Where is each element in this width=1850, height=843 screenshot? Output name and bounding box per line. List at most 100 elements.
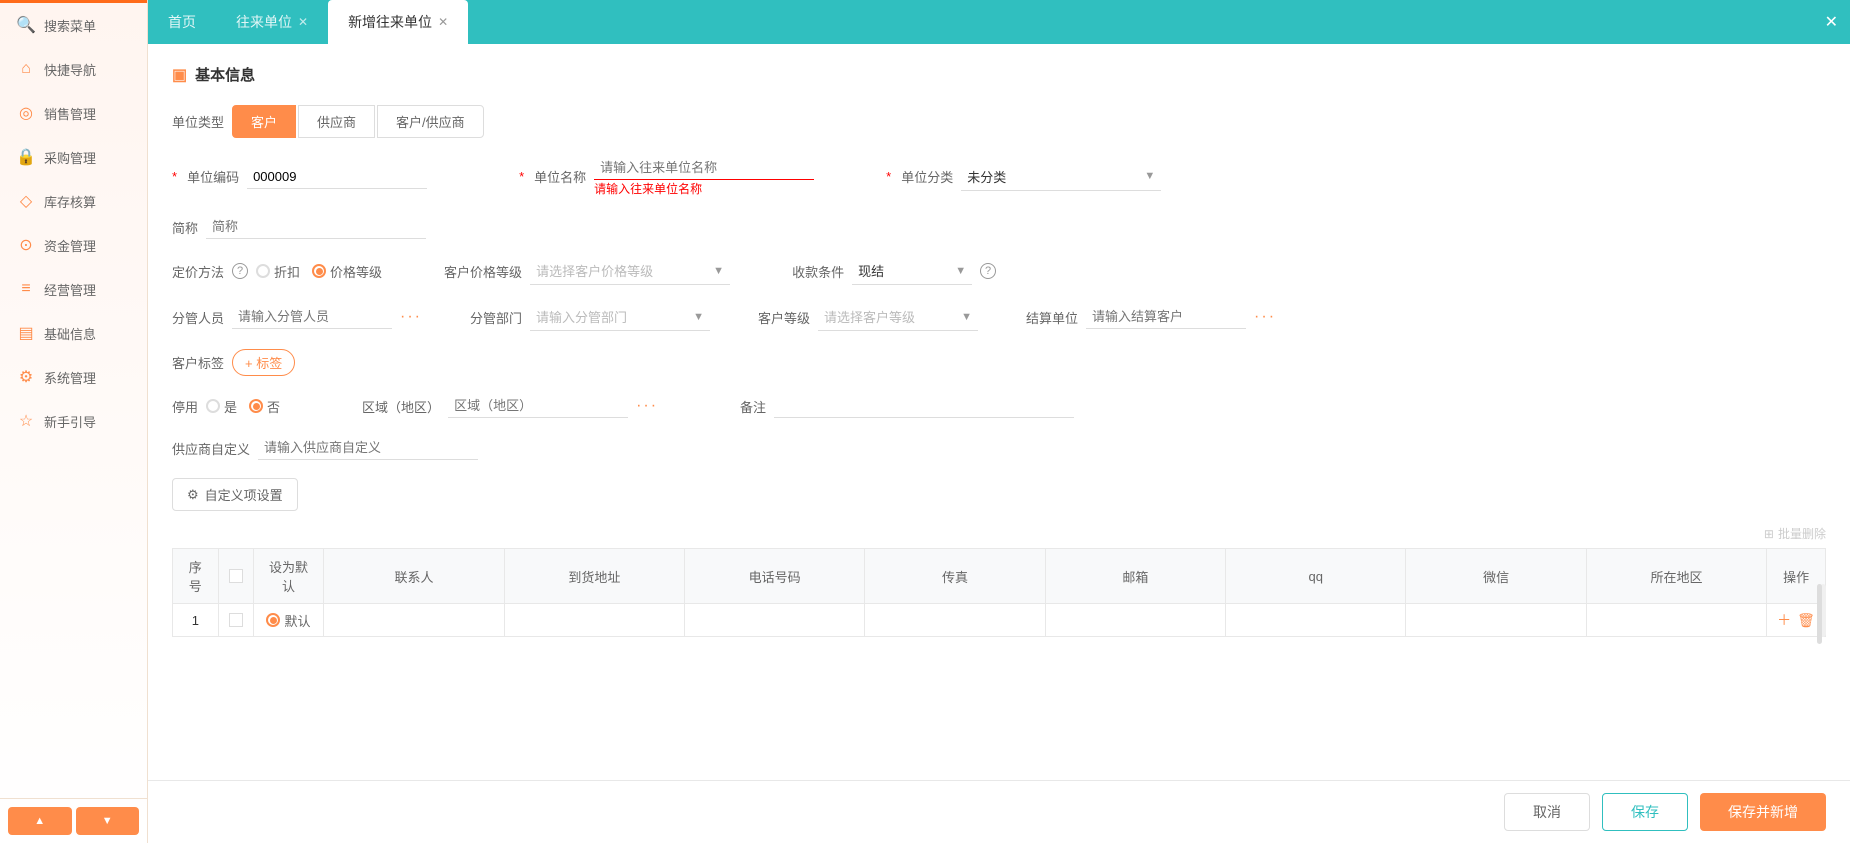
sidebar-item-system-label: 系统管理 bbox=[44, 368, 96, 387]
pricing-radio-discount[interactable]: 折扣 bbox=[256, 262, 300, 281]
row-contact-cell[interactable] bbox=[324, 604, 504, 637]
required-star-cat: * bbox=[886, 169, 891, 184]
row-wechat-input[interactable] bbox=[1416, 613, 1575, 628]
row-phone-input[interactable] bbox=[695, 613, 854, 628]
custom-settings-button[interactable]: ⚙ 自定义项设置 bbox=[172, 478, 298, 511]
row-address-cell[interactable] bbox=[504, 604, 684, 637]
tab-partners-label: 往来单位 bbox=[236, 12, 292, 32]
remark-input[interactable] bbox=[774, 394, 1074, 418]
sidebar-item-search[interactable]: 🔍 搜索菜单 bbox=[0, 3, 147, 47]
row-email-cell[interactable] bbox=[1045, 604, 1225, 637]
col-address: 到货地址 bbox=[504, 549, 684, 604]
customer-level-select[interactable]: 请选择客户等级 ▼ bbox=[818, 303, 978, 331]
remark-label: 备注 bbox=[740, 397, 766, 416]
tab-new-partner[interactable]: 新增往来单位 ✕ bbox=[328, 0, 468, 44]
department-select[interactable]: 请输入分管部门 ▼ bbox=[530, 303, 710, 331]
unit-code-input[interactable] bbox=[247, 165, 427, 189]
row-fax-input[interactable] bbox=[875, 613, 1034, 628]
price-level-select[interactable]: 请选择客户价格等级 ▼ bbox=[530, 257, 730, 285]
section-title: 基本信息 bbox=[195, 64, 255, 85]
sidebar-bottom-btn-1[interactable]: ▲ bbox=[8, 807, 72, 835]
batch-delete-icon: ⊞ bbox=[1764, 527, 1774, 541]
disabled-radio-yes[interactable]: 是 bbox=[206, 397, 237, 416]
sidebar-item-inventory-label: 库存核算 bbox=[44, 192, 96, 211]
short-name-input[interactable] bbox=[206, 215, 426, 239]
disabled-radio-no[interactable]: 否 bbox=[249, 397, 280, 416]
add-tag-button[interactable]: + 标签 bbox=[232, 349, 295, 376]
col-contact: 联系人 bbox=[324, 549, 504, 604]
sidebar-item-finance-label: 资金管理 bbox=[44, 236, 96, 255]
form-item-customer-level: 客户等级 请选择客户等级 ▼ bbox=[758, 303, 978, 331]
sidebar-item-purchase[interactable]: 🔒 采购管理 bbox=[0, 135, 147, 179]
payment-terms-select[interactable]: 现结 ▼ bbox=[852, 257, 972, 285]
tab-home[interactable]: 首页 bbox=[148, 0, 216, 44]
disabled-no-label: 否 bbox=[267, 397, 280, 416]
unit-name-input[interactable] bbox=[594, 156, 814, 180]
sidebar-item-guide[interactable]: ☆ 新手引导 bbox=[0, 399, 147, 443]
settlement-input[interactable] bbox=[1086, 305, 1246, 329]
tab-partners[interactable]: 往来单位 ✕ bbox=[216, 0, 328, 44]
sidebar-item-quick-nav[interactable]: ⌂ 快捷导航 bbox=[0, 47, 147, 91]
sidebar-item-system[interactable]: ⚙ 系统管理 bbox=[0, 355, 147, 399]
row-action-buttons: ＋ 🗑 bbox=[1777, 610, 1815, 630]
save-button[interactable]: 保存 bbox=[1602, 793, 1688, 831]
sidebar-item-inventory[interactable]: ◇ 库存核算 bbox=[0, 179, 147, 223]
region-input[interactable] bbox=[448, 394, 628, 418]
row-delete-button[interactable]: 🗑 bbox=[1797, 610, 1815, 630]
col-wechat: 微信 bbox=[1406, 549, 1586, 604]
supervisor-more-icon[interactable]: ··· bbox=[400, 308, 422, 326]
sidebar-item-basic[interactable]: ▤ 基础信息 bbox=[0, 311, 147, 355]
row-region-cell-input[interactable] bbox=[1597, 613, 1756, 628]
supervisor-input[interactable] bbox=[232, 305, 392, 329]
form-row-disabled-region: 停用 是 否 区域（地区） ··· bbox=[172, 394, 1826, 418]
purchase-icon: 🔒 bbox=[16, 147, 36, 167]
row-fax-cell[interactable] bbox=[865, 604, 1045, 637]
supplier-custom-label: 供应商自定义 bbox=[172, 439, 250, 458]
payment-terms-label: 收款条件 bbox=[792, 262, 844, 281]
row-email-input[interactable] bbox=[1056, 613, 1215, 628]
unit-btn-both[interactable]: 客户/供应商 bbox=[377, 105, 484, 138]
row-region-cell[interactable] bbox=[1586, 604, 1766, 637]
row-contact-input[interactable] bbox=[334, 613, 493, 628]
sidebar-item-sales[interactable]: ◎ 销售管理 bbox=[0, 91, 147, 135]
unit-cat-select[interactable]: 未分类 ▼ bbox=[961, 163, 1161, 191]
unit-btn-supplier[interactable]: 供应商 bbox=[298, 105, 375, 138]
tab-partners-close[interactable]: ✕ bbox=[298, 15, 308, 29]
section-icon: ▣ bbox=[172, 65, 187, 85]
batch-delete-label[interactable]: 批量删除 bbox=[1778, 525, 1826, 542]
form-item-short-name: 简称 bbox=[172, 215, 426, 239]
tab-new-partner-close[interactable]: ✕ bbox=[438, 15, 448, 29]
discount-radio-label: 折扣 bbox=[274, 262, 300, 281]
sidebar-item-operations[interactable]: ≡ 经营管理 bbox=[0, 267, 147, 311]
pricing-radio-level[interactable]: 价格等级 bbox=[312, 262, 382, 281]
select-all-checkbox[interactable] bbox=[229, 569, 243, 583]
col-checkbox bbox=[218, 549, 253, 604]
row-seq: 1 bbox=[173, 604, 219, 637]
supplier-custom-input[interactable] bbox=[258, 436, 478, 460]
row-address-input[interactable] bbox=[515, 613, 674, 628]
row-qq-input[interactable] bbox=[1236, 613, 1395, 628]
row-default-cell: 默认 bbox=[253, 604, 324, 637]
table-scrollbar[interactable] bbox=[1820, 584, 1826, 637]
row-checkbox[interactable] bbox=[229, 613, 243, 627]
col-region: 所在地区 bbox=[1586, 549, 1766, 604]
sidebar-bottom-btn-2[interactable]: ▼ bbox=[76, 807, 140, 835]
pricing-question-icon[interactable]: ? bbox=[232, 263, 248, 279]
tabs-bar-close-all[interactable]: ✕ bbox=[1825, 12, 1838, 32]
table-row: 1 默认 bbox=[173, 604, 1826, 637]
unit-btn-customer[interactable]: 客户 bbox=[232, 105, 296, 138]
row-wechat-cell[interactable] bbox=[1406, 604, 1586, 637]
row-phone-cell[interactable] bbox=[685, 604, 865, 637]
row-default-radio[interactable]: 默认 bbox=[264, 611, 314, 630]
form-item-pricing: 定价方法 ? 折扣 价格等级 bbox=[172, 262, 382, 281]
payment-terms-question-icon[interactable]: ? bbox=[980, 263, 996, 279]
form-item-code: * 单位编码 bbox=[172, 165, 427, 189]
sidebar-item-finance[interactable]: ⊙ 资金管理 bbox=[0, 223, 147, 267]
region-more-icon[interactable]: ··· bbox=[636, 397, 658, 415]
row-qq-cell[interactable] bbox=[1226, 604, 1406, 637]
row-default-label: 默认 bbox=[284, 611, 310, 630]
cancel-button[interactable]: 取消 bbox=[1504, 793, 1590, 831]
settlement-more-icon[interactable]: ··· bbox=[1254, 308, 1276, 326]
save-new-button[interactable]: 保存并新增 bbox=[1700, 793, 1826, 831]
row-add-button[interactable]: ＋ bbox=[1777, 610, 1791, 630]
